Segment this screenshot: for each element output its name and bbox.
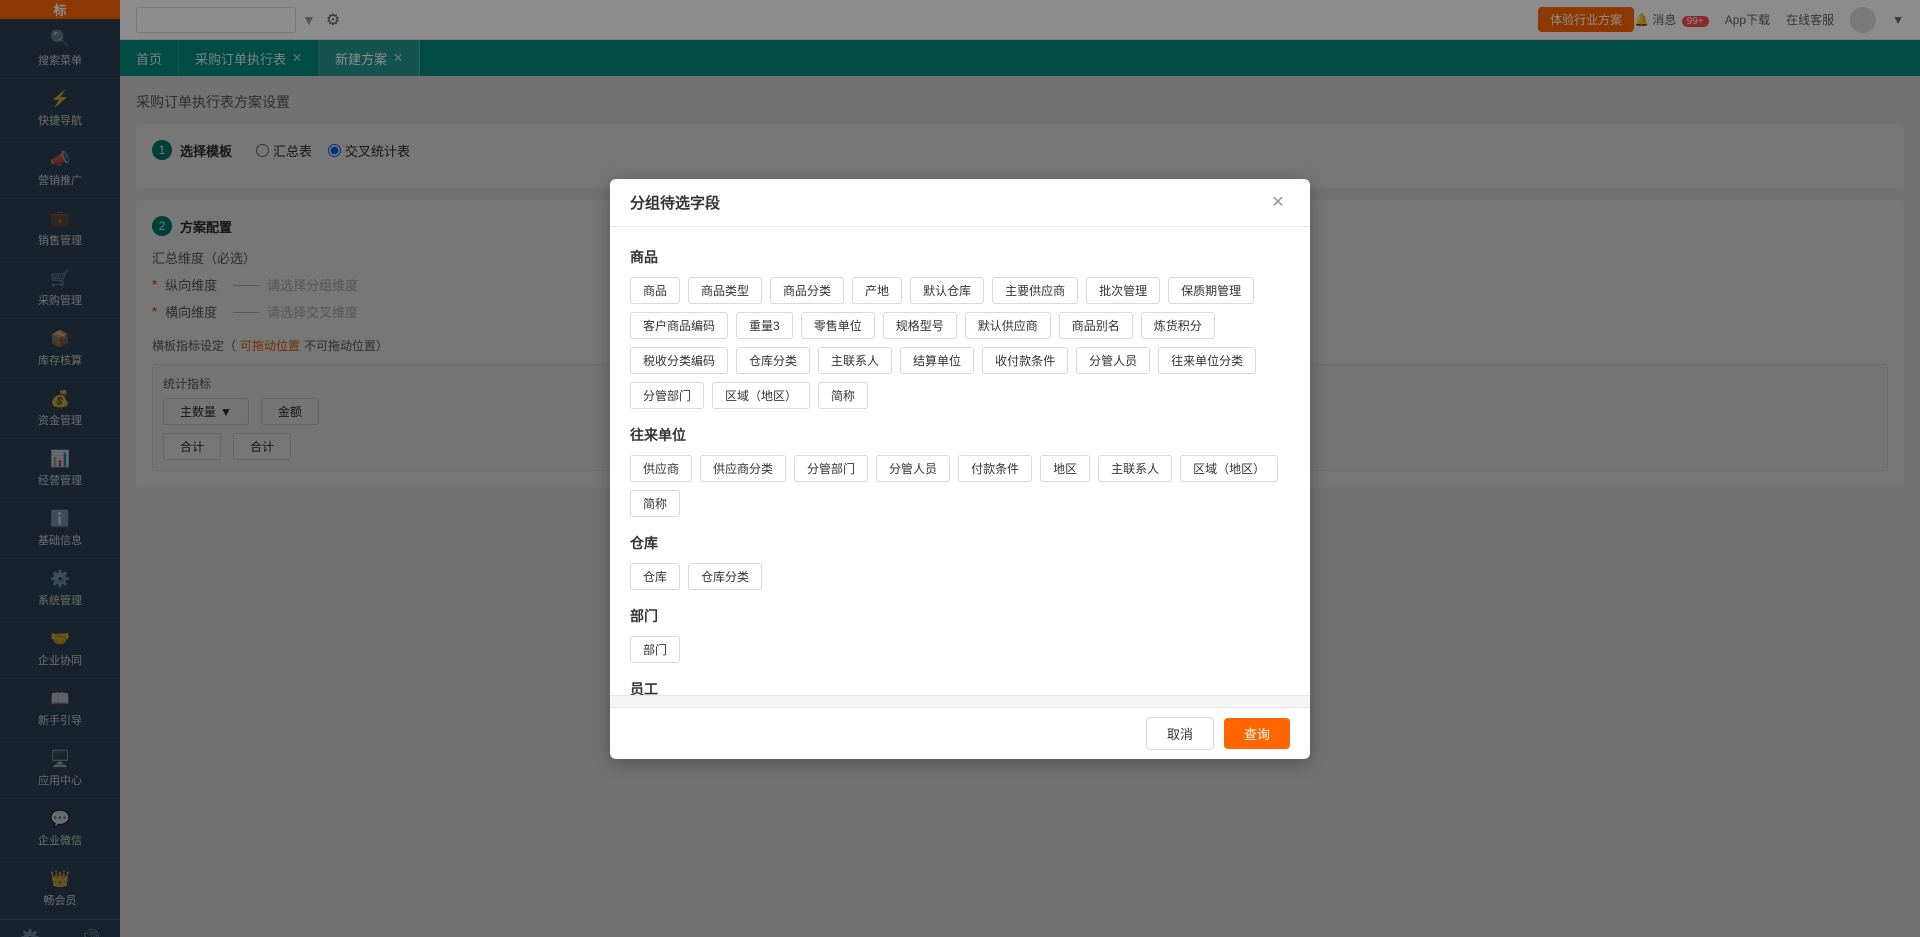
modal-header: 分组待选字段 ✕ <box>610 179 1310 227</box>
section-title-仓库: 仓库 <box>630 533 1290 553</box>
field-grid-部门: 部门 <box>630 636 1290 663</box>
modal-body[interactable]: 商品商品商品类型商品分类产地默认仓库主要供应商批次管理保质期管理客户商品编码重量… <box>610 227 1310 695</box>
field-tag[interactable]: 仓库分类 <box>688 563 762 590</box>
field-tag[interactable]: 简称 <box>630 490 680 517</box>
field-tag[interactable]: 零售单位 <box>801 312 875 339</box>
field-tag[interactable]: 商品分类 <box>770 277 844 304</box>
field-tag[interactable]: 批次管理 <box>1086 277 1160 304</box>
field-tag[interactable]: 规格型号 <box>883 312 957 339</box>
modal-hscroll[interactable] <box>610 695 1310 707</box>
field-tag[interactable]: 区域（地区） <box>1180 455 1278 482</box>
field-tag[interactable]: 重量3 <box>736 312 793 339</box>
field-tag[interactable]: 炼货积分 <box>1141 312 1215 339</box>
modal-footer: 取消 查询 <box>610 707 1310 759</box>
field-tag[interactable]: 仓库分类 <box>736 347 810 374</box>
field-tag[interactable]: 区域（地区） <box>712 382 810 409</box>
field-tag[interactable]: 主联系人 <box>818 347 892 374</box>
field-tag[interactable]: 分管人员 <box>1076 347 1150 374</box>
modal-title: 分组待选字段 <box>630 192 720 213</box>
section-title-商品: 商品 <box>630 247 1290 267</box>
field-grid-往来单位: 供应商供应商分类分管部门分管人员付款条件地区主联系人区域（地区） 简称 <box>630 455 1290 517</box>
field-tag[interactable]: 产地 <box>852 277 902 304</box>
field-tag[interactable]: 付款条件 <box>958 455 1032 482</box>
section-title-部门: 部门 <box>630 606 1290 626</box>
field-tag[interactable]: 商品别名 <box>1059 312 1133 339</box>
field-tag[interactable]: 保质期管理 <box>1168 277 1254 304</box>
section-title-往来单位: 往来单位 <box>630 425 1290 445</box>
field-tag[interactable]: 分管部门 <box>630 382 704 409</box>
field-tag[interactable]: 商品 <box>630 277 680 304</box>
field-tag[interactable]: 往来单位分类 <box>1158 347 1256 374</box>
field-tag[interactable]: 主联系人 <box>1098 455 1172 482</box>
field-tag[interactable]: 分管人员 <box>876 455 950 482</box>
field-tag[interactable]: 商品类型 <box>688 277 762 304</box>
field-tag[interactable]: 结算单位 <box>900 347 974 374</box>
field-tag[interactable]: 主要供应商 <box>992 277 1078 304</box>
field-select-modal: 分组待选字段 ✕ 商品商品商品类型商品分类产地默认仓库主要供应商批次管理保质期管… <box>610 179 1310 759</box>
field-tag[interactable]: 客户商品编码 <box>630 312 728 339</box>
field-tag[interactable]: 默认仓库 <box>910 277 984 304</box>
field-tag[interactable]: 默认供应商 <box>965 312 1051 339</box>
field-tag[interactable]: 部门 <box>630 636 680 663</box>
field-tag[interactable]: 地区 <box>1040 455 1090 482</box>
section-title-员工: 员工 <box>630 679 1290 695</box>
field-tag[interactable]: 简称 <box>818 382 868 409</box>
field-tag[interactable]: 税收分类编码 <box>630 347 728 374</box>
field-grid-仓库: 仓库仓库分类 <box>630 563 1290 590</box>
field-tag[interactable]: 分管部门 <box>794 455 868 482</box>
modal-close-button[interactable]: ✕ <box>1266 190 1290 214</box>
modal-backdrop: 分组待选字段 ✕ 商品商品商品类型商品分类产地默认仓库主要供应商批次管理保质期管… <box>0 0 1920 937</box>
field-tag[interactable]: 收付款条件 <box>982 347 1068 374</box>
field-tag[interactable]: 供应商分类 <box>700 455 786 482</box>
field-tag[interactable]: 仓库 <box>630 563 680 590</box>
cancel-button[interactable]: 取消 <box>1146 717 1214 750</box>
field-tag[interactable]: 供应商 <box>630 455 692 482</box>
confirm-button[interactable]: 查询 <box>1224 718 1290 749</box>
field-grid-商品: 商品商品类型商品分类产地默认仓库主要供应商批次管理保质期管理客户商品编码重量3 零… <box>630 277 1290 409</box>
